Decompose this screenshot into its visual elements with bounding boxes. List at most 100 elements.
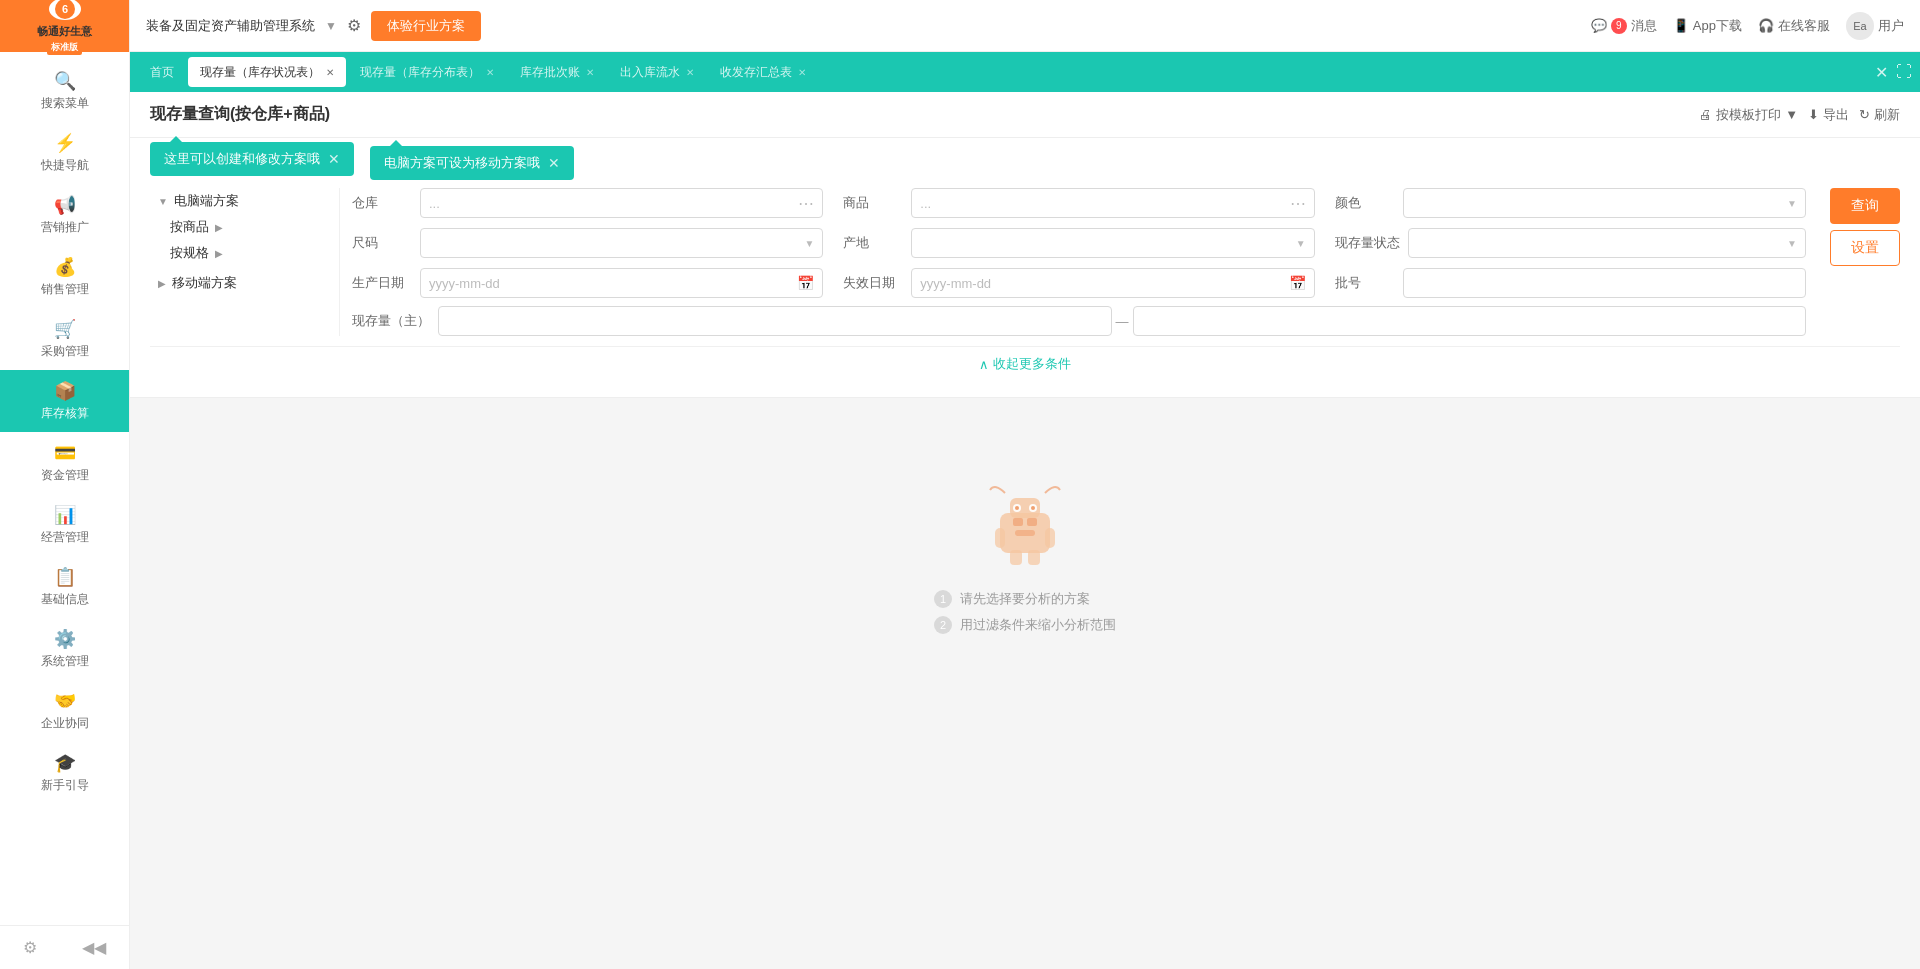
tooltip-create-close[interactable]: ✕ bbox=[328, 151, 340, 167]
collapse-btn[interactable]: ∧ 收起更多条件 bbox=[979, 355, 1071, 373]
reset-button[interactable]: 设置 bbox=[1830, 230, 1900, 266]
app-download-item[interactable]: 📱 App下载 bbox=[1673, 17, 1742, 35]
filter-row-color: 颜色 ▼ bbox=[1335, 188, 1806, 218]
tab-inout-flow-label: 出入库流水 bbox=[620, 64, 680, 81]
tab-inout-flow[interactable]: 出入库流水 ✕ bbox=[608, 57, 706, 87]
svg-text:6: 6 bbox=[61, 3, 67, 15]
sidebar-item-marketing[interactable]: 📢 营销推广 bbox=[0, 184, 129, 246]
prod-date-calendar-icon[interactable]: 📅 bbox=[797, 275, 814, 291]
print-icon: 🖨 bbox=[1699, 107, 1712, 122]
tab-batch-account[interactable]: 库存批次账 ✕ bbox=[508, 57, 606, 87]
tab-inout-flow-close[interactable]: ✕ bbox=[686, 67, 694, 78]
tooltip-pc-close[interactable]: ✕ bbox=[548, 155, 560, 171]
size-select[interactable]: ▼ bbox=[420, 228, 823, 258]
tab-summary-close[interactable]: ✕ bbox=[798, 67, 806, 78]
sidebar-item-system[interactable]: ⚙️ 系统管理 bbox=[0, 618, 129, 680]
search-button[interactable]: 查询 bbox=[1830, 188, 1900, 224]
sidebar-item-basic[interactable]: 📋 基础信息 bbox=[0, 556, 129, 618]
scheme-pc-label: 电脑端方案 bbox=[174, 192, 319, 210]
color-select[interactable]: ▼ bbox=[1403, 188, 1806, 218]
stock-status-select[interactable]: ▼ bbox=[1408, 228, 1806, 258]
app-logo: 6 畅通好生意 标准版 bbox=[0, 0, 129, 52]
tab-summary-label: 收发存汇总表 bbox=[720, 64, 792, 81]
app-download-label: App下载 bbox=[1693, 17, 1742, 35]
svg-rect-11 bbox=[995, 528, 1005, 548]
tab-inventory-distribution[interactable]: 现存量（库存分布表） ✕ bbox=[348, 57, 506, 87]
svg-point-7 bbox=[1031, 506, 1035, 510]
scheme-item-spec[interactable]: 按规格 ▶ bbox=[150, 240, 327, 266]
query-actions: 查询 设置 bbox=[1830, 188, 1900, 336]
refresh-icon: ↻ bbox=[1859, 107, 1870, 122]
print-btn[interactable]: 🖨 按模板打印 ▼ bbox=[1699, 106, 1798, 124]
sidebar-item-label-inventory: 库存核算 bbox=[41, 405, 89, 422]
sidebar-item-label-finance: 资金管理 bbox=[41, 467, 89, 484]
online-support-item[interactable]: 🎧 在线客服 bbox=[1758, 17, 1830, 35]
sidebar-item-label-search: 搜索菜单 bbox=[41, 95, 89, 112]
guide-icon: 🎓 bbox=[54, 752, 76, 774]
stock-status-label: 现存量状态 bbox=[1335, 234, 1400, 252]
search-icon: 🔍 bbox=[54, 70, 76, 92]
filter-more-row: 现存量（主） — bbox=[352, 306, 1806, 336]
page-title-bar: 现存量查询(按仓库+商品) 🖨 按模板打印 ▼ ⬇ 导出 ↻ 刷新 bbox=[130, 92, 1920, 138]
sidebar-nav: 🔍 搜索菜单 ⚡ 快捷导航 📢 营销推广 💰 销售管理 🛒 采购管理 📦 库存核… bbox=[0, 52, 129, 925]
empty-tips: 1 请先选择要分析的方案 2 用过滤条件来缩小分析范围 bbox=[934, 590, 1116, 634]
settings-footer-btn[interactable]: ⚙ bbox=[19, 934, 41, 961]
svg-rect-8 bbox=[1013, 518, 1023, 526]
prod-date-placeholder: yyyy-mm-dd bbox=[429, 276, 500, 291]
tab-home[interactable]: 首页 bbox=[138, 57, 186, 87]
tab-inventory-distribution-close[interactable]: ✕ bbox=[486, 67, 494, 78]
filter-grid: 仓库 ... ⋯ 商品 ... ⋯ bbox=[352, 188, 1806, 298]
topbar: 装备及固定资产辅助管理系统 ▼ ⚙ 体验行业方案 💬 9 消息 📱 App下载 … bbox=[130, 0, 1920, 52]
collapse-label: 收起更多条件 bbox=[993, 355, 1071, 373]
filter-section: 这里可以创建和修改方案哦 ✕ ▼ 电脑端方案 按商品 ▶ 按规格 ▶ bbox=[150, 188, 1900, 336]
message-item[interactable]: 💬 9 消息 bbox=[1591, 17, 1657, 35]
batch-input[interactable] bbox=[1403, 268, 1806, 298]
system-dropdown-arrow[interactable]: ▼ bbox=[325, 19, 337, 33]
prod-date-label: 生产日期 bbox=[352, 274, 412, 292]
tabs-expand-icon[interactable]: ⛶ bbox=[1896, 63, 1912, 81]
industry-plan-button[interactable]: 体验行业方案 bbox=[371, 11, 481, 41]
sidebar-item-search[interactable]: 🔍 搜索菜单 bbox=[0, 60, 129, 122]
stock-qty-max[interactable] bbox=[1133, 306, 1807, 336]
tab-inventory-status[interactable]: 现存量（库存状况表） ✕ bbox=[188, 57, 346, 87]
sidebar-item-quicknav[interactable]: ⚡ 快捷导航 bbox=[0, 122, 129, 184]
scheme-item-product[interactable]: 按商品 ▶ bbox=[150, 214, 327, 240]
export-icon: ⬇ bbox=[1808, 107, 1819, 122]
sidebar-item-management[interactable]: 📊 经营管理 bbox=[0, 494, 129, 556]
expiry-date-input[interactable]: yyyy-mm-dd 📅 bbox=[911, 268, 1314, 298]
tab-batch-account-close[interactable]: ✕ bbox=[586, 67, 594, 78]
sidebar-item-inventory[interactable]: 📦 库存核算 bbox=[0, 370, 129, 432]
expiry-date-calendar-icon[interactable]: 📅 bbox=[1289, 275, 1306, 291]
empty-state: 1 请先选择要分析的方案 2 用过滤条件来缩小分析范围 bbox=[130, 398, 1920, 714]
svg-rect-9 bbox=[1027, 518, 1037, 526]
tabs-close-all-icon[interactable]: ✕ bbox=[1875, 63, 1888, 82]
sidebar-item-finance[interactable]: 💳 资金管理 bbox=[0, 432, 129, 494]
purchase-icon: 🛒 bbox=[54, 318, 76, 340]
user-item[interactable]: Ea 用户 bbox=[1846, 12, 1904, 40]
sidebar-item-label-quicknav: 快捷导航 bbox=[41, 157, 89, 174]
sidebar-item-guide[interactable]: 🎓 新手引导 bbox=[0, 742, 129, 804]
topbar-right: 💬 9 消息 📱 App下载 🎧 在线客服 Ea 用户 bbox=[1591, 12, 1904, 40]
prod-date-input[interactable]: yyyy-mm-dd 📅 bbox=[420, 268, 823, 298]
sidebar-item-purchase[interactable]: 🛒 采购管理 bbox=[0, 308, 129, 370]
empty-tip-1: 1 请先选择要分析的方案 bbox=[934, 590, 1116, 608]
export-btn[interactable]: ⬇ 导出 bbox=[1808, 106, 1849, 124]
scheme-mobile-arrow: ▶ bbox=[158, 278, 166, 289]
app-name: 畅通好生意 bbox=[37, 24, 92, 39]
origin-select[interactable]: ▼ bbox=[911, 228, 1314, 258]
sidebar-item-sales[interactable]: 💰 销售管理 bbox=[0, 246, 129, 308]
stock-qty-range: — bbox=[438, 306, 1806, 336]
warehouse-select[interactable]: ... ⋯ bbox=[420, 188, 823, 218]
tab-summary[interactable]: 收发存汇总表 ✕ bbox=[708, 57, 818, 87]
management-icon: 📊 bbox=[54, 504, 76, 526]
sidebar-item-enterprise[interactable]: 🤝 企业协同 bbox=[0, 680, 129, 742]
refresh-btn[interactable]: ↻ 刷新 bbox=[1859, 106, 1900, 124]
svg-rect-13 bbox=[1010, 550, 1022, 565]
stock-qty-min[interactable] bbox=[438, 306, 1112, 336]
color-arrow: ▼ bbox=[1787, 198, 1797, 209]
topbar-settings-icon[interactable]: ⚙ bbox=[347, 16, 361, 35]
product-select[interactable]: ... ⋯ bbox=[911, 188, 1314, 218]
collapse-sidebar-btn[interactable]: ◀◀ bbox=[78, 934, 110, 961]
tab-inventory-status-close[interactable]: ✕ bbox=[326, 67, 334, 78]
sidebar-item-label-marketing: 营销推广 bbox=[41, 219, 89, 236]
